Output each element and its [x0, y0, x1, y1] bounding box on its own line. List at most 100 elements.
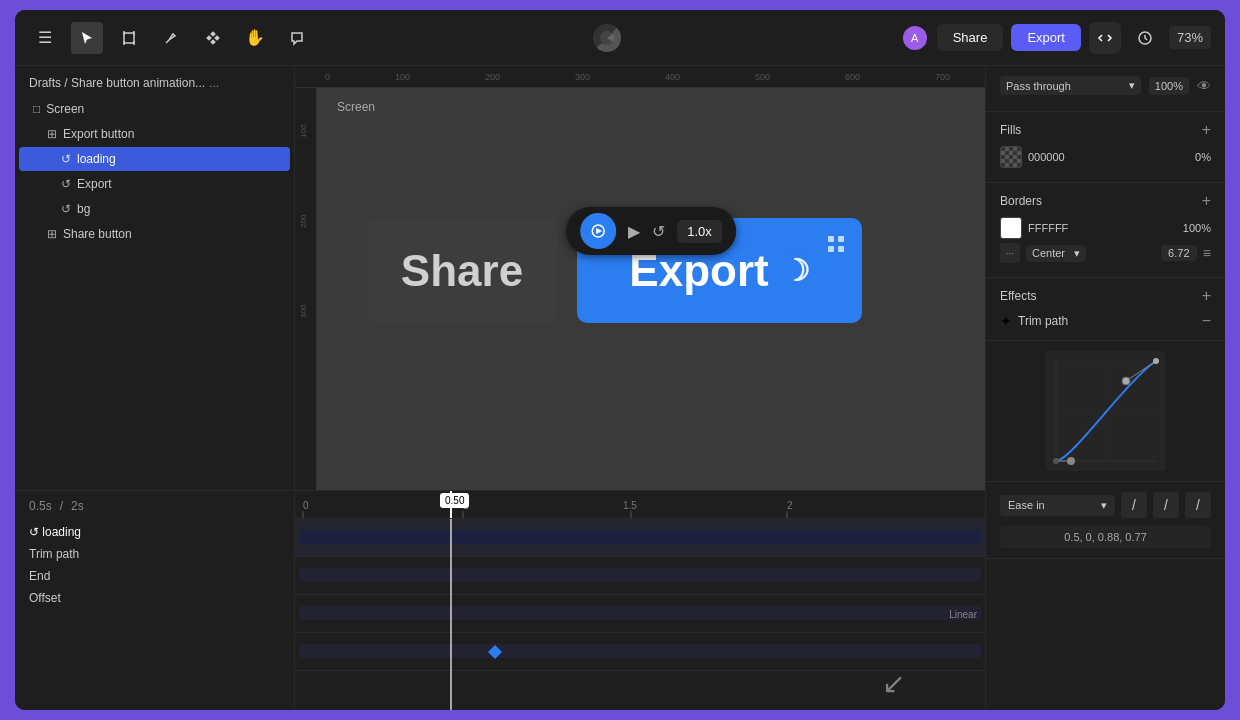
cursor-tool[interactable] — [71, 22, 103, 54]
effects-add-button[interactable]: + — [1202, 288, 1211, 304]
history-icon[interactable] — [1129, 22, 1161, 54]
speed-button[interactable]: 1.0x — [677, 220, 722, 243]
layer-export[interactable]: ↺ Export — [19, 172, 290, 196]
track-end[interactable]: Linear — [295, 595, 985, 633]
layer-screen-label: Screen — [46, 102, 84, 116]
effect-remove-button[interactable]: − — [1202, 312, 1211, 330]
app-window: ☰ — [15, 10, 1225, 710]
breadcrumb-more[interactable]: ... — [209, 76, 219, 90]
top-bar-right: A Share Export 73% — [901, 22, 1211, 54]
ease-btn-3[interactable]: / — [1185, 492, 1211, 518]
left-panel: Drafts / Share button animation... ... □… — [15, 66, 295, 710]
export-dot-4 — [838, 246, 844, 252]
layer-loading-label: loading — [77, 152, 116, 166]
track-loading-bar — [299, 530, 981, 544]
border-style-select[interactable]: Center ▾ — [1026, 245, 1086, 262]
layer-screen[interactable]: □ Screen — [19, 97, 290, 121]
layer-bg[interactable]: ↺ bg — [19, 197, 290, 221]
share-button[interactable]: Share — [937, 24, 1004, 51]
timeline-label-offset[interactable]: Offset — [15, 587, 294, 609]
ease-btn-1[interactable]: / — [1121, 492, 1147, 518]
fills-add-button[interactable]: + — [1202, 122, 1211, 138]
svg-point-41 — [1122, 377, 1130, 385]
border-opacity-value[interactable]: 100% — [1181, 222, 1211, 234]
track-loading[interactable] — [295, 519, 985, 557]
svg-point-42 — [1053, 458, 1059, 464]
svg-rect-6 — [210, 39, 216, 45]
border-align-icon[interactable]: ≡ — [1203, 245, 1211, 261]
frame-tool[interactable] — [113, 22, 145, 54]
timeline-label-end[interactable]: End — [15, 565, 294, 587]
ruler-vertical: 100 200 300 — [295, 88, 317, 490]
svg-rect-7 — [206, 35, 212, 41]
layer-bg-label: bg — [77, 202, 90, 216]
layers-list: □ Screen ⊞ Export button ↺ loading ↺ Exp… — [15, 96, 294, 490]
component-tool[interactable] — [197, 22, 229, 54]
play-button[interactable]: ▶ — [628, 222, 640, 241]
canvas-column: 0 100 200 300 400 500 600 700 800 100 — [295, 66, 985, 710]
svg-text:100: 100 — [395, 72, 410, 82]
opacity-eye-icon[interactable]: 👁 — [1197, 78, 1211, 94]
track-trimpath[interactable] — [295, 557, 985, 595]
border-style-value: Center — [1032, 247, 1065, 259]
canvas-share-btn: Share — [367, 218, 557, 323]
timeline-label-loading[interactable]: ↺ loading — [15, 521, 294, 543]
zoom-indicator[interactable]: 73% — [1169, 26, 1211, 49]
border-color-value[interactable]: FFFFFF — [1028, 222, 1175, 234]
border-weight-value[interactable]: 6.72 — [1161, 245, 1197, 261]
playhead-marker: 0.50 — [440, 493, 469, 508]
ease-type-select[interactable]: Ease in ▾ — [1000, 495, 1115, 516]
blend-mode-select[interactable]: Pass through ▾ — [1000, 76, 1141, 95]
svg-text:0: 0 — [325, 72, 330, 82]
avatar-pair: A — [901, 24, 929, 52]
canvas-content[interactable]: Screen Share Export ☽ — [317, 88, 985, 490]
border-options-icon[interactable]: ··· — [1000, 243, 1020, 263]
main-body: Drafts / Share button animation... ... □… — [15, 66, 1225, 710]
timeline-ruler: 0 1 1.5 2 0.50 — [295, 491, 985, 519]
layer-loading[interactable]: ↺ loading — [19, 147, 290, 171]
svg-text:100: 100 — [299, 124, 308, 138]
layer-export-button[interactable]: ⊞ Export button — [19, 122, 290, 146]
export-button[interactable]: Export — [1011, 24, 1081, 51]
svg-rect-5 — [210, 31, 216, 37]
layer-share-button[interactable]: ⊞ Share button — [19, 222, 290, 246]
fills-section: Fills + 000000 0% — [986, 112, 1225, 183]
breadcrumb-text: Drafts / Share button animation... — [29, 76, 205, 90]
timeline-label-trimpath[interactable]: Trim path — [15, 543, 294, 565]
top-bar-left: ☰ — [29, 22, 313, 54]
svg-line-40 — [1126, 361, 1156, 381]
track-trimpath-bar — [299, 568, 981, 582]
ease-coords[interactable]: 0.5, 0, 0.88, 0.77 — [1000, 526, 1211, 548]
border-color-swatch[interactable] — [1000, 217, 1022, 239]
loop-button[interactable]: ↺ — [652, 222, 665, 241]
svg-marker-24 — [596, 228, 602, 234]
menu-icon[interactable]: ☰ — [29, 22, 61, 54]
ease-type-value: Ease in — [1008, 499, 1045, 511]
borders-add-button[interactable]: + — [1202, 193, 1211, 209]
hand-tool[interactable]: ✋ — [239, 22, 271, 54]
track-end-bar — [299, 606, 981, 620]
svg-text:700: 700 — [935, 72, 950, 82]
cursor-indicator: ↙ — [882, 667, 905, 700]
layer-bg-icon: ↺ — [61, 202, 71, 216]
borders-title: Borders — [1000, 194, 1042, 208]
fill-color-value[interactable]: 000000 — [1028, 151, 1175, 163]
layer-loading-icon: ↺ — [61, 152, 71, 166]
bezier-canvas — [1046, 351, 1166, 471]
ease-section: Ease in ▾ / / / 0.5, 0, 0.88, 0.77 — [986, 482, 1225, 559]
fill-color-swatch[interactable] — [1000, 146, 1022, 168]
comment-tool[interactable] — [281, 22, 313, 54]
blend-row: Pass through ▾ 100% 👁 — [1000, 76, 1211, 95]
pen-tool[interactable] — [155, 22, 187, 54]
play-toggle[interactable] — [580, 213, 616, 249]
track-offset[interactable] — [295, 633, 985, 671]
timeline-tracks: Linear ↙ — [295, 519, 985, 710]
svg-text:300: 300 — [299, 304, 308, 318]
timeline-area: 0 1 1.5 2 0.50 — [295, 490, 985, 710]
opacity-value[interactable]: 100% — [1149, 77, 1189, 95]
playback-controls: ▶ ↺ 1.0x — [566, 207, 736, 255]
ease-btn-2[interactable]: / — [1153, 492, 1179, 518]
bezier-container — [986, 341, 1225, 482]
code-mode-button[interactable] — [1089, 22, 1121, 54]
fill-alpha-value[interactable]: 0% — [1181, 151, 1211, 163]
